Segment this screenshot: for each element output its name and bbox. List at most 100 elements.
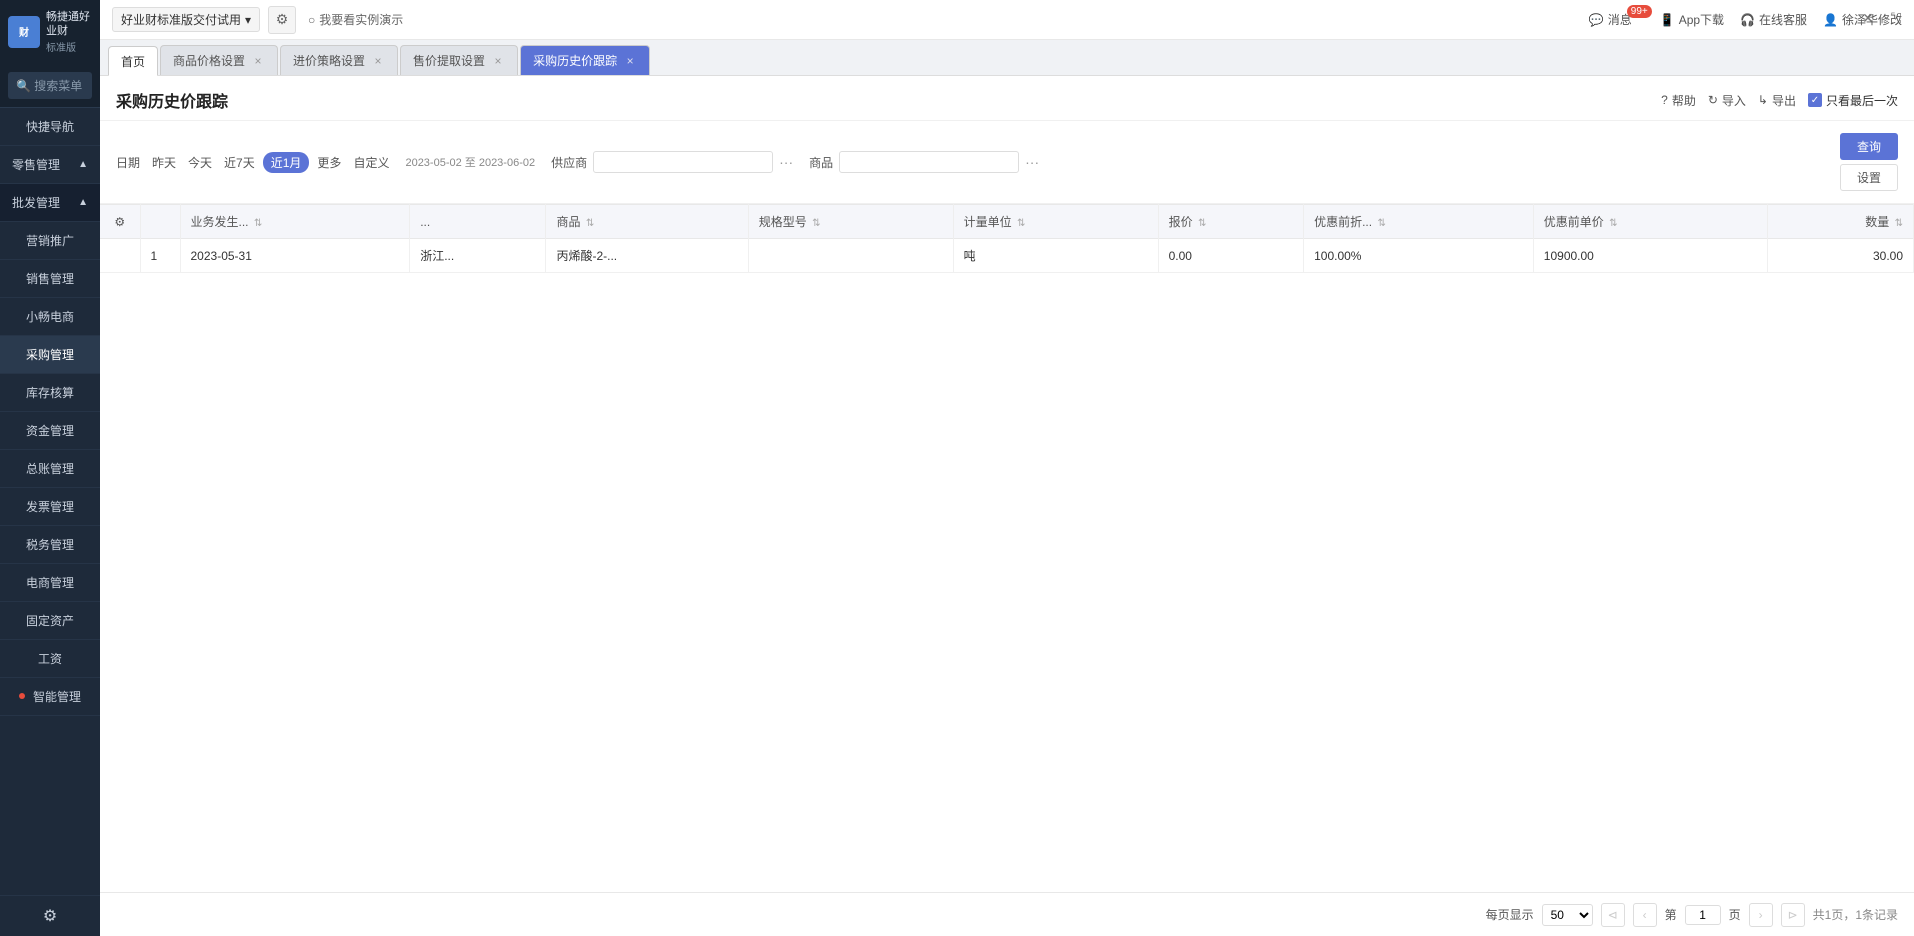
sidebar-item-fixed-assets[interactable]: 固定资产 (0, 602, 100, 640)
supplier-more-icon[interactable]: ··· (779, 154, 793, 170)
logo-sub: 标准版 (46, 39, 92, 54)
topbar-settings-button[interactable]: ⚙ (268, 6, 296, 34)
app-download-button[interactable]: 📱 App下载 (1660, 11, 1724, 28)
only-last-checkbox[interactable]: ✓ 只看最后一次 (1808, 92, 1898, 109)
sidebar-settings-button[interactable]: ⚙ (0, 895, 100, 936)
pre-price-sort-icon: ⇅ (1609, 218, 1617, 229)
tab-home[interactable]: 首页 (108, 46, 158, 76)
page-size-select[interactable]: 50 10 20 100 (1542, 904, 1593, 926)
last-page-button[interactable]: ⊳ (1781, 903, 1805, 927)
date-range-text: 2023-05-02 至 2023-06-02 (405, 154, 535, 170)
demo-icon: ○ (308, 13, 315, 27)
sidebar-item-ecommerce[interactable]: 电商管理 (0, 564, 100, 602)
row-goods-cell: 丙烯酸-2-... (546, 239, 748, 273)
spec-sort-icon: ⇅ (812, 218, 820, 229)
sidebar-item-inventory[interactable]: 库存核算 (0, 374, 100, 412)
messages-button[interactable]: 💬 消息 99+ (1589, 11, 1644, 28)
goods-filter-group: 商品 ··· (809, 151, 1039, 173)
goods-label: 商品 (809, 154, 833, 171)
goods-input[interactable] (839, 151, 1019, 173)
sidebar-item-tax[interactable]: 税务管理 (0, 526, 100, 564)
next-page-button[interactable]: › (1749, 903, 1773, 927)
table-col-num (140, 205, 180, 239)
import-button[interactable]: ↻ 导入 (1708, 92, 1746, 109)
sidebar-item-wholesale[interactable]: 批发管理 ▲ (0, 184, 100, 222)
tab-purchase-strategy-close-icon[interactable]: × (371, 54, 385, 68)
table-col-quantity[interactable]: 数量 ⇅ (1768, 205, 1914, 239)
table-row: 1 2023-05-31 浙江... 丙烯酸-2-... (100, 239, 1914, 273)
sidebar-item-purchase[interactable]: 采购管理 (0, 336, 100, 374)
first-page-button[interactable]: ⊲ (1601, 903, 1625, 927)
close-tab-button[interactable]: ✕ (1854, 4, 1882, 32)
online-service-button[interactable]: 🎧 在线客服 (1740, 11, 1807, 28)
page-suffix: 页 (1729, 906, 1741, 923)
sidebar-item-ledger[interactable]: 总账管理 (0, 450, 100, 488)
tab-purchase-strategy[interactable]: 进价策略设置 × (280, 45, 398, 75)
date-opt-7days[interactable]: 近7天 (220, 152, 259, 173)
search-menu-button[interactable]: 🔍 搜索菜单 (8, 72, 92, 99)
date-opt-custom[interactable]: 自定义 (349, 152, 393, 173)
wholesale-arrow-icon: ▲ (78, 197, 88, 208)
pagination: 每页显示 50 10 20 100 ⊲ ‹ 第 页 › ⊳ 共1页，1条记录 (100, 892, 1914, 936)
goods-sort-icon: ⇅ (586, 218, 594, 229)
table-col-goods[interactable]: 商品 ⇅ (546, 205, 748, 239)
sidebar-item-invoice[interactable]: 发票管理 (0, 488, 100, 526)
tab-price[interactable]: 商品价格设置 × (160, 45, 278, 75)
tab-purchase-history[interactable]: 采购历史价跟踪 × (520, 45, 650, 75)
sidebar-item-retail[interactable]: 零售管理 ▲ (0, 146, 100, 184)
sidebar-item-sales[interactable]: 销售管理 (0, 260, 100, 298)
help-icon: ? (1661, 93, 1668, 107)
sidebar-item-quick-nav[interactable]: 快捷导航 (0, 108, 100, 146)
selector-chevron-icon: ▾ (245, 13, 251, 27)
smart-dot-icon (19, 693, 25, 699)
supplier-input[interactable] (593, 151, 773, 173)
table-col-discount[interactable]: 优惠前折... ⇅ (1304, 205, 1534, 239)
row-gear-cell (100, 239, 140, 273)
table-col-spec[interactable]: 规格型号 ⇅ (748, 205, 953, 239)
page-number-input[interactable] (1685, 905, 1721, 925)
version-selector[interactable]: 好业财标准版交付试用 ▾ (112, 7, 260, 32)
demo-link[interactable]: ○ 我要看实例演示 (308, 11, 403, 28)
date-opt-more[interactable]: 更多 (313, 152, 345, 173)
date-options: 昨天 今天 近7天 近1月 更多 自定义 (148, 152, 393, 173)
sidebar: 财 畅捷通好业财 标准版 🔍 搜索菜单 快捷导航 零售管理 ▲ 批发管理 ▲ 营… (0, 0, 100, 936)
row-price-cell: 0.00 (1158, 239, 1304, 273)
table-col-dots[interactable]: ... (410, 205, 546, 239)
sidebar-item-finance[interactable]: 资金管理 (0, 412, 100, 450)
table-col-gear[interactable]: ⚙ (100, 205, 140, 239)
tab-purchase-history-close-icon[interactable]: × (623, 54, 637, 68)
sidebar-item-smart[interactable]: 智能管理 (0, 678, 100, 716)
date-opt-1month[interactable]: 近1月 (263, 152, 310, 173)
supplier-filter-group: 供应商 ··· (551, 151, 793, 173)
tab-sale-extract-close-icon[interactable]: × (491, 54, 505, 68)
supplier-label: 供应商 (551, 154, 587, 171)
export-button[interactable]: ↳ 导出 (1758, 92, 1796, 109)
date-opt-today[interactable]: 今天 (184, 152, 216, 173)
prev-page-button[interactable]: ‹ (1633, 903, 1657, 927)
table-col-price[interactable]: 报价 ⇅ (1158, 205, 1304, 239)
phone-icon: 📱 (1660, 13, 1675, 27)
sidebar-item-ecommerce-small[interactable]: 小畅电商 (0, 298, 100, 336)
table-col-pre-price[interactable]: 优惠前单价 ⇅ (1533, 205, 1768, 239)
user-icon: 👤 (1823, 13, 1838, 27)
sidebar-item-marketing[interactable]: 营销推广 (0, 222, 100, 260)
sidebar-logo: 财 畅捷通好业财 标准版 (0, 0, 100, 64)
sidebar-item-salary[interactable]: 工资 (0, 640, 100, 678)
settings-button[interactable]: 设置 (1840, 164, 1898, 191)
date-opt-yesterday[interactable]: 昨天 (148, 152, 180, 173)
maximize-button[interactable]: ⛶ (1882, 4, 1910, 32)
page-title: 采购历史价跟踪 (116, 88, 228, 112)
tab-price-close-icon[interactable]: × (251, 54, 265, 68)
table-col-unit[interactable]: 计量单位 ⇅ (953, 205, 1158, 239)
goods-more-icon[interactable]: ··· (1025, 154, 1039, 170)
logo-text: 畅捷通好业财 (46, 10, 92, 39)
help-button[interactable]: ? 帮助 (1661, 92, 1696, 109)
topbar: 好业财标准版交付试用 ▾ ⚙ ○ 我要看实例演示 💬 消息 99+ 📱 App下… (100, 0, 1914, 40)
row-supplier-cell: 浙江... (410, 239, 546, 273)
table-col-date[interactable]: 业务发生... ⇅ (180, 205, 410, 239)
date-filter-group: 日期 昨天 今天 近7天 近1月 更多 自定义 2023-05-02 至 202… (116, 152, 535, 173)
quantity-sort-icon: ⇅ (1895, 218, 1903, 229)
row-date-cell: 2023-05-31 (180, 239, 410, 273)
tab-sale-extract[interactable]: 售价提取设置 × (400, 45, 518, 75)
query-button[interactable]: 查询 (1840, 133, 1898, 160)
